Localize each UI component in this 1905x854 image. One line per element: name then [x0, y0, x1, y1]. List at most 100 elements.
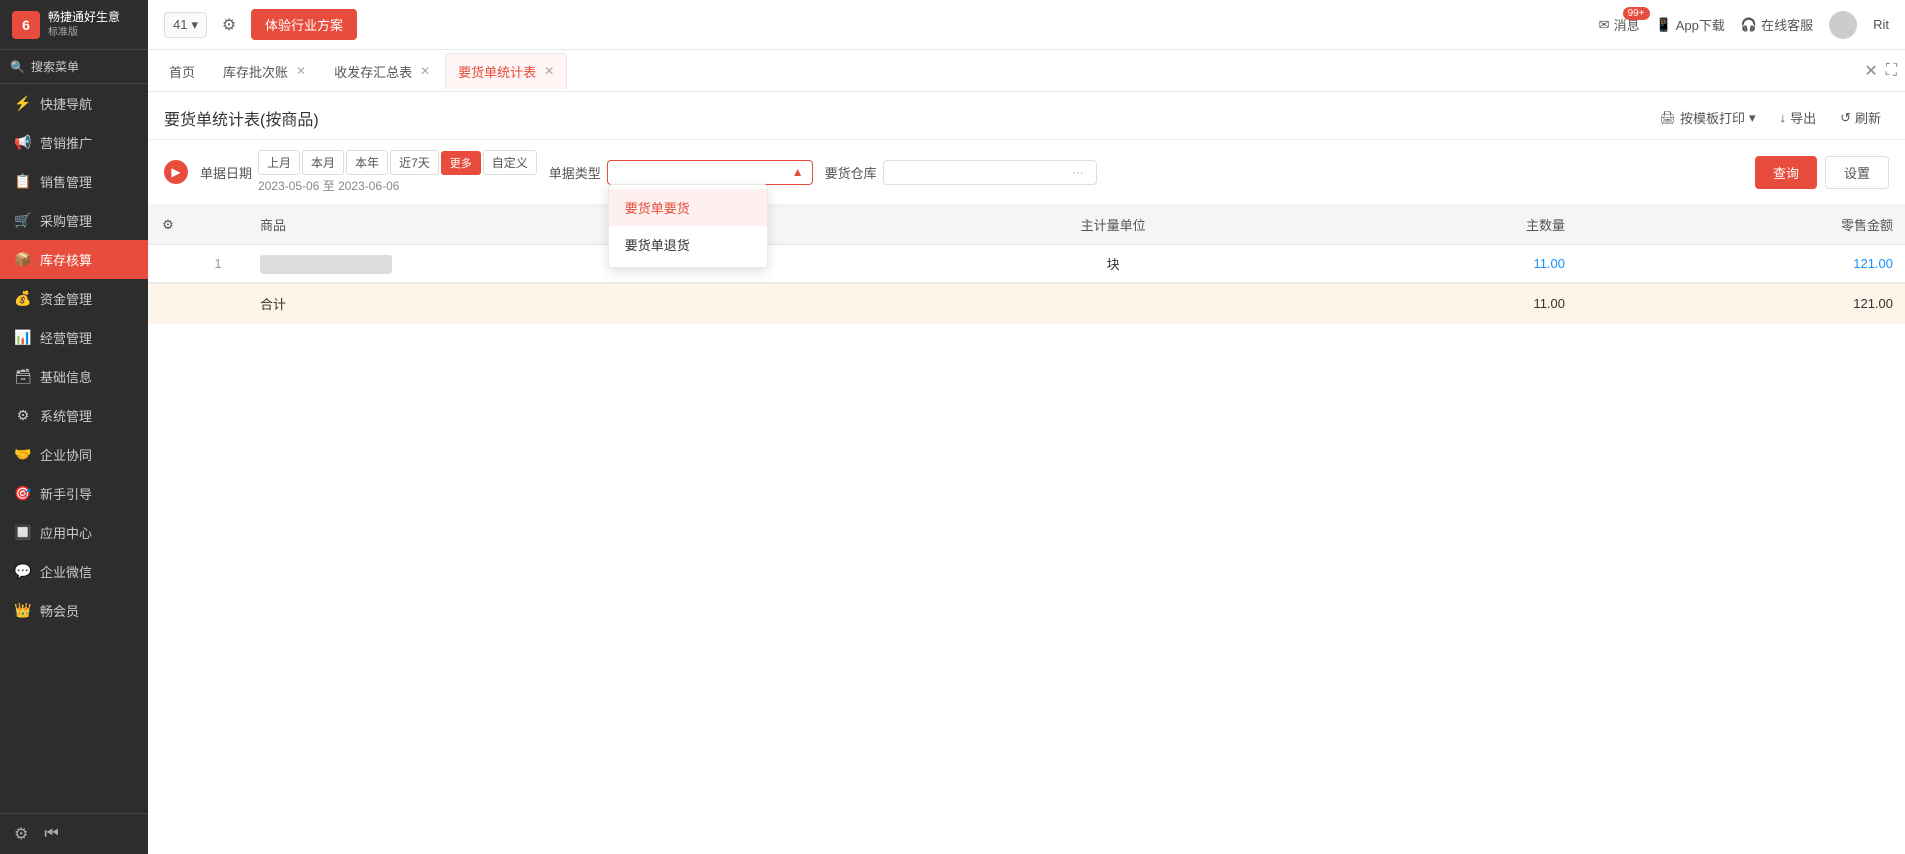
- purchase-icon: 🛒: [14, 212, 32, 230]
- message-badge: 99+: [1623, 7, 1650, 20]
- sidebar-item-label: 基础信息: [40, 367, 92, 386]
- tab-batch[interactable]: 库存批次账✕: [210, 53, 319, 89]
- type-input[interactable]: [616, 165, 792, 180]
- sidebar-search[interactable]: 🔍 搜索菜单: [0, 50, 148, 84]
- tabs-expand[interactable]: ✕ ⛶: [1864, 61, 1897, 81]
- query-btn[interactable]: 查询: [1755, 156, 1817, 189]
- topbar: 41 ▾ ⚙ 体验行业方案 ✉ 消息 99+ 📱 App下载 🎧 在线客服 Ri…: [148, 0, 1905, 50]
- set-btn[interactable]: 设置: [1825, 156, 1889, 189]
- table-body: 1 商品名称 块 11.00 121.00: [148, 245, 1905, 284]
- topbar-gear-btn[interactable]: ⚙: [215, 11, 243, 39]
- this-month-btn[interactable]: 本月: [302, 150, 344, 175]
- type-dropdown-arrow[interactable]: ▲: [792, 165, 804, 179]
- last-month-btn[interactable]: 上月: [258, 150, 300, 175]
- sidebar-item-operation[interactable]: 📊 经营管理: [0, 318, 148, 357]
- filter-expand-toggle[interactable]: ▶: [164, 160, 188, 184]
- tab-label: 收发存汇总表: [334, 62, 412, 81]
- sales-icon: 📋: [14, 173, 32, 191]
- search-icon: 🔍: [10, 60, 25, 74]
- sidebar-item-purchase[interactable]: 🛒采购管理: [0, 201, 148, 240]
- topbar-left: 41 ▾ ⚙ 体验行业方案: [164, 9, 1587, 40]
- table-footer: 合计 11.00 121.00: [148, 283, 1905, 324]
- logo-text: 畅捷通好生意 标准版: [48, 9, 120, 40]
- tab-close-order_stats[interactable]: ✕: [544, 64, 554, 78]
- sidebar-item-apps[interactable]: 🔲应用中心: [0, 513, 148, 552]
- sidebar-item-cooperation[interactable]: 🤝企业协同: [0, 435, 148, 474]
- tab-receive[interactable]: 收发存汇总表 ✕: [321, 53, 443, 89]
- row-amount: 121.00: [1577, 245, 1905, 284]
- column-settings-icon[interactable]: ⚙: [162, 217, 174, 232]
- row-unit: 块: [921, 245, 1305, 284]
- user-avatar[interactable]: [1829, 11, 1857, 39]
- phone-icon: 📱: [1656, 17, 1672, 33]
- row-settings: [148, 245, 188, 284]
- company-selector[interactable]: 41 ▾: [164, 12, 207, 38]
- expand-icon[interactable]: ⛶: [1886, 62, 1897, 80]
- type-label: 单据类型: [549, 163, 601, 182]
- col-header-unit: 主计量单位: [921, 205, 1305, 245]
- export-btn[interactable]: ↓ 导出: [1772, 104, 1825, 131]
- sidebar-item-shortcut[interactable]: ⚡快捷导航: [0, 84, 148, 123]
- sidebar-item-wechat[interactable]: 💬企业微信: [0, 552, 148, 591]
- row-quantity: 11.00: [1305, 245, 1577, 284]
- last-7days-btn[interactable]: 近7天: [390, 150, 439, 175]
- dropdown-option-return[interactable]: 要货单退货: [609, 226, 767, 263]
- sidebar-item-finance[interactable]: 💰资金管理: [0, 279, 148, 318]
- tab-order_stats[interactable]: 要货单统计表✕: [445, 53, 567, 89]
- warehouse-input[interactable]: [892, 165, 1068, 180]
- member-icon: 👑: [14, 602, 32, 620]
- date-section: 上月 本月 本年 近7天 更多 自定义 2023-05-06 至 2023-06…: [258, 150, 537, 194]
- topbar-right: ✉ 消息 99+ 📱 App下载 🎧 在线客服 Rit: [1599, 11, 1889, 39]
- sidebar-item-basic[interactable]: 🗃基础信息: [0, 357, 148, 396]
- custom-date-btn[interactable]: 自定义: [483, 150, 537, 175]
- this-year-btn[interactable]: 本年: [346, 150, 388, 175]
- warehouse-input-field[interactable]: ···: [883, 160, 1097, 185]
- footer-unit: [921, 283, 1305, 324]
- sidebar-item-guide[interactable]: 🎯新手引导: [0, 474, 148, 513]
- sidebar-item-system[interactable]: ⚙系统管理: [0, 396, 148, 435]
- online-service-btn[interactable]: 🎧 在线客服: [1741, 15, 1813, 34]
- sidebar-item-label: 新手引导: [40, 484, 92, 503]
- warehouse-more-icon[interactable]: ···: [1068, 165, 1088, 179]
- sidebar-item-label: 库存核算: [40, 250, 92, 269]
- dropdown-chevron-icon: ▾: [191, 17, 198, 33]
- page-header: 要货单统计表(按商品) 🖨 按模板打印 ▾ ↓ 导出 ↺ 刷新: [148, 92, 1905, 140]
- search-menu-btn[interactable]: 🔍 搜索菜单: [10, 58, 138, 75]
- col-header-product: 商品: [248, 205, 921, 245]
- app-download-btn[interactable]: 📱 App下载: [1656, 15, 1725, 34]
- warehouse-label: 要货仓库: [825, 163, 877, 182]
- table-container: ⚙ 商品 主计量单位 主数量 零售金额 1: [148, 205, 1905, 324]
- tab-close-receive[interactable]: ✕: [420, 64, 430, 78]
- page-content: 要货单统计表(按商品) 🖨 按模板打印 ▾ ↓ 导出 ↺ 刷新: [148, 92, 1905, 854]
- sidebar-nav: ⚡快捷导航📢营销推广📋销售管理🛒采购管理📦库存核算💰资金管理 📊 经营管理 🗃基础信息…: [0, 84, 148, 813]
- sidebar-item-sales[interactable]: 📋销售管理: [0, 162, 148, 201]
- print-template-btn[interactable]: 🖨 按模板打印 ▾: [1652, 104, 1764, 131]
- sidebar-item-marketing[interactable]: 📢营销推广: [0, 123, 148, 162]
- refresh-btn[interactable]: ↺ 刷新: [1832, 104, 1889, 131]
- dropdown-option-goods[interactable]: 要货单要货: [609, 189, 767, 226]
- tab-close-batch[interactable]: ✕: [296, 64, 306, 78]
- filter-bar: ▶ 单据日期 上月 本月 本年 近7天 更多 自定义 2023-05-06 至 …: [148, 140, 1905, 205]
- sidebar-item-inventory[interactable]: 📦库存核算: [0, 240, 148, 279]
- operation-icon: 📊: [14, 329, 32, 347]
- tab-label: 首页: [169, 62, 195, 81]
- sidebar-item-label: 经营管理: [40, 328, 92, 347]
- sidebar-item-label: 快捷导航: [40, 94, 92, 113]
- type-dropdown[interactable]: ▲ 要货单要货 要货单退货: [607, 160, 813, 185]
- sidebar-item-label: 企业协同: [40, 445, 92, 464]
- sidebar-bottom: ⚙ ⏮: [0, 813, 148, 854]
- printer-icon: 🖨: [1660, 110, 1677, 126]
- settings-icon[interactable]: ⚙: [14, 824, 28, 844]
- date-filter-group: 单据日期 上月 本月 本年 近7天 更多 自定义 2023-05-06 至 20…: [200, 150, 537, 194]
- trial-industry-btn[interactable]: 体验行业方案: [251, 9, 357, 40]
- marketing-icon: 📢: [14, 134, 32, 152]
- apps-icon: 🔲: [14, 524, 32, 542]
- more-dates-btn[interactable]: 更多: [441, 151, 481, 175]
- export-icon: ↓: [1780, 110, 1787, 125]
- sidebar-item-member[interactable]: 👑畅会员: [0, 591, 148, 630]
- collapse-icon[interactable]: ⏮: [44, 825, 58, 843]
- message-btn[interactable]: ✉ 消息 99+: [1599, 15, 1640, 34]
- tab-home[interactable]: 首页: [156, 53, 208, 89]
- page-actions: 🖨 按模板打印 ▾ ↓ 导出 ↺ 刷新: [1652, 104, 1890, 131]
- close-all-icon[interactable]: ✕: [1864, 61, 1877, 81]
